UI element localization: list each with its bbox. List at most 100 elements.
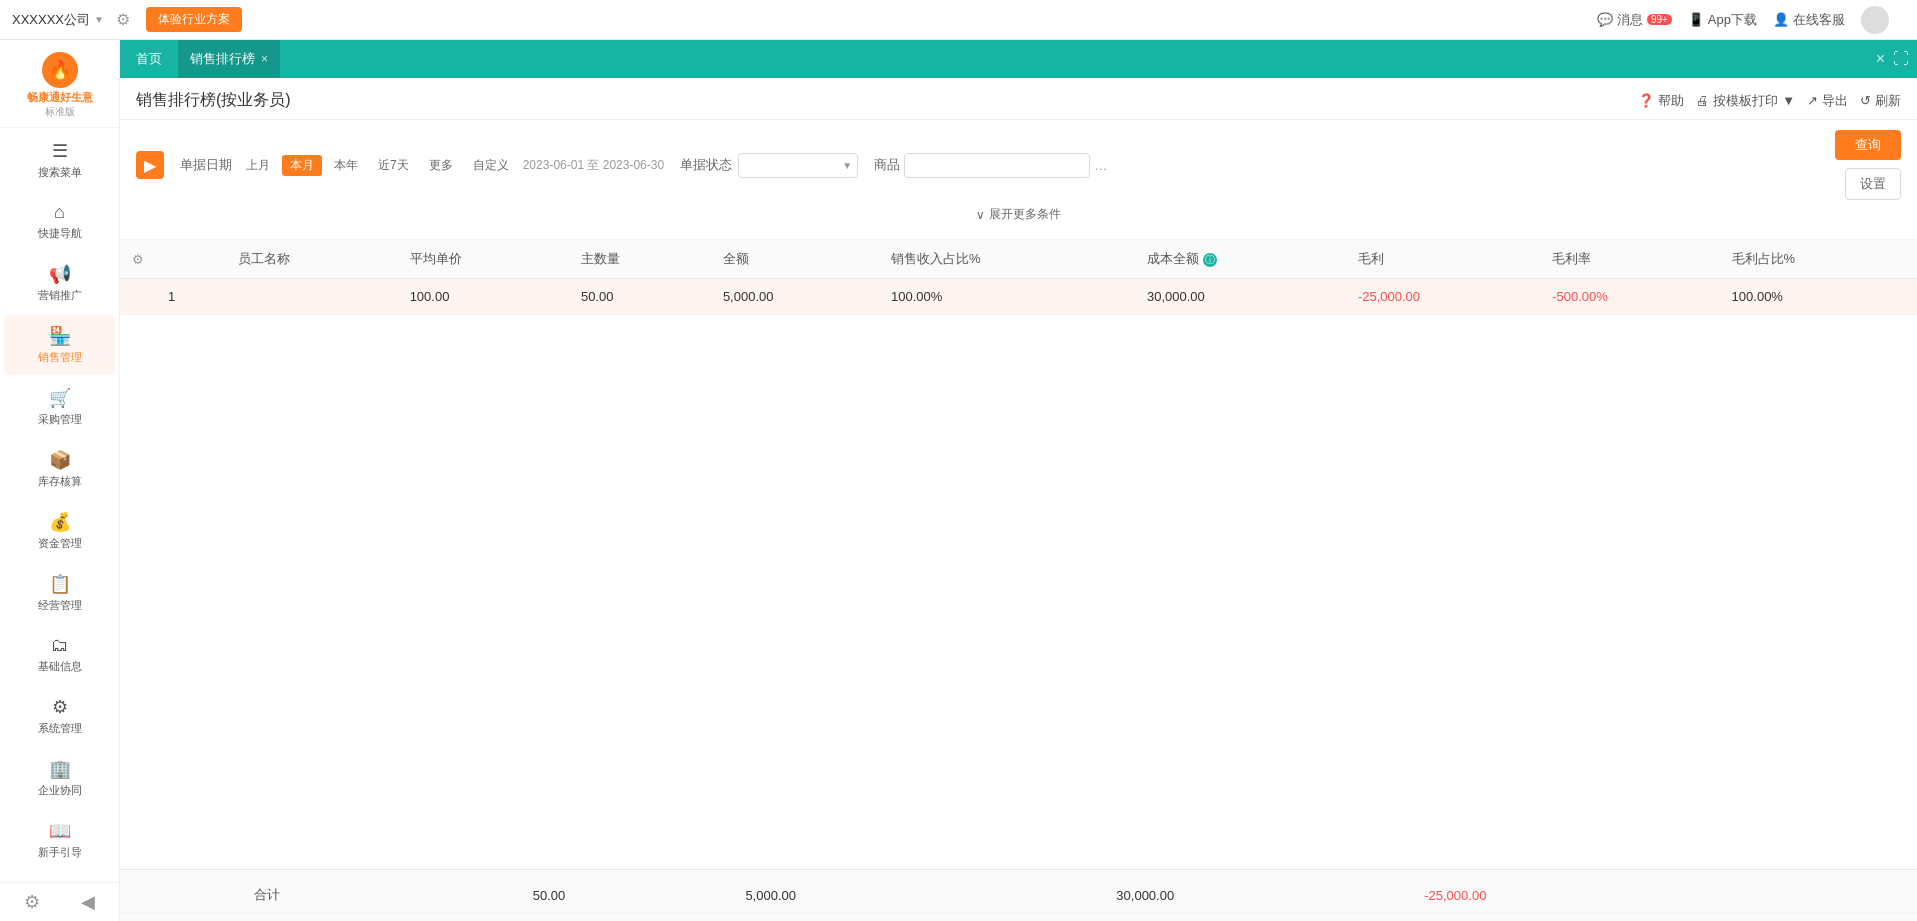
footer-profit-cell: -25,000.00: [1412, 878, 1736, 913]
sidebar-label-sales: 销售管理: [38, 350, 82, 365]
sidebar-item-system[interactable]: ⚙ 系统管理: [4, 686, 115, 746]
table-avg-price-header: 平均单价: [398, 240, 569, 279]
content-area: 首页 销售排行榜 × × ⛶ 销售排行榜(按业务员) ❓ 帮助: [120, 40, 1917, 921]
footer-cost-cell: 30,000.00: [1104, 878, 1412, 913]
company-selector[interactable]: XXXXXX公司 ▼: [12, 11, 104, 29]
date-filter-group: 单据日期 上月 本月 本年 近7天 更多 自定义 2023-06-01 至 20…: [180, 155, 664, 176]
finance-icon: 💰: [49, 511, 71, 533]
date-tabs: 上月 本月 本年 近7天 更多 自定义: [238, 155, 517, 176]
footer-row: 合计 50.00 5,000.00 30,000.00 -25,000.00: [120, 878, 1917, 913]
sidebar-label-purchase: 采购管理: [38, 412, 82, 427]
message-badge: 99+: [1647, 14, 1672, 25]
tab-close-window-icon[interactable]: ×: [1876, 50, 1885, 68]
help-label: 帮助: [1658, 92, 1684, 110]
sidebar-item-app-center[interactable]: 📱 应用中心: [4, 872, 115, 882]
sidebar-label-search-order: 搜索菜单: [38, 165, 82, 180]
refresh-button[interactable]: ↺ 刷新: [1860, 92, 1901, 110]
sidebar-item-finance[interactable]: 💰 资金管理: [4, 501, 115, 561]
date-tab-this-year[interactable]: 本年: [326, 155, 366, 176]
sidebar-item-marketing[interactable]: 📢 营销推广: [4, 253, 115, 313]
sales-icon: 🏪: [49, 325, 71, 347]
table-name-header: 员工名称: [226, 240, 397, 279]
sidebar-item-sales[interactable]: 🏪 销售管理: [4, 315, 115, 375]
footer-table: 合计 50.00 5,000.00 30,000.00 -25,000.00: [120, 878, 1917, 913]
filter-row: ▶ 单据日期 上月 本月 本年 近7天 更多 自定义 2023-: [136, 130, 1901, 200]
system-icon: ⚙: [52, 696, 68, 718]
query-button[interactable]: 查询: [1835, 130, 1901, 160]
app-download-button[interactable]: 📱 App下载: [1688, 11, 1757, 29]
table-footer: 合计 50.00 5,000.00 30,000.00 -25,000.00: [120, 869, 1917, 921]
set-button[interactable]: 设置: [1845, 168, 1901, 200]
date-tab-custom[interactable]: 自定义: [465, 155, 517, 176]
sidebar-item-base-info[interactable]: 🗂 基础信息: [4, 625, 115, 684]
goods-filter-label: 商品: [874, 156, 900, 174]
inventory-icon: 📦: [49, 449, 71, 471]
sidebar-collapse-btn[interactable]: ◀: [81, 891, 95, 913]
footer-settings-cell: [120, 878, 152, 913]
sidebar-item-guide[interactable]: 📖 新手引导: [4, 810, 115, 870]
tab-sales-ranking[interactable]: 销售排行榜 ×: [178, 40, 280, 78]
sidebar-item-search-order[interactable]: ☰ 搜索菜单: [4, 130, 115, 190]
print-button[interactable]: 🖨 按模板打印 ▼: [1696, 92, 1795, 110]
goods-more-icon[interactable]: …: [1094, 158, 1107, 173]
settings-icon[interactable]: ⚙: [116, 10, 130, 29]
table-row: 1 100.00 50.00 5,000.00 100.00% 30,000.0…: [120, 279, 1917, 315]
avatar[interactable]: [1861, 6, 1889, 34]
trial-button[interactable]: 体验行业方案: [146, 7, 242, 32]
status-filter-label: 单据状态: [680, 156, 732, 174]
page-content: 销售排行榜(按业务员) ❓ 帮助 🖨 按模板打印 ▼ ↗ 导出: [120, 78, 1917, 921]
export-button[interactable]: ↗ 导出: [1807, 92, 1848, 110]
quick-nav-icon: ⌂: [54, 202, 65, 223]
sidebar-item-purchase[interactable]: 🛒 采购管理: [4, 377, 115, 437]
sidebar-item-enterprise[interactable]: 🏢 企业协同: [4, 748, 115, 808]
tab-bar: 首页 销售排行榜 × × ⛶: [120, 40, 1917, 78]
tab-maximize-icon[interactable]: ⛶: [1893, 50, 1909, 68]
table-settings-header[interactable]: ⚙: [120, 240, 156, 279]
guide-icon: 📖: [49, 820, 71, 842]
footer-label-cell: 合计: [242, 878, 430, 913]
goods-input[interactable]: [904, 153, 1090, 178]
help-button[interactable]: ❓ 帮助: [1638, 92, 1684, 110]
expand-label: 展开更多条件: [989, 206, 1061, 223]
table-cell-name: [226, 279, 397, 315]
sidebar-label-guide: 新手引导: [38, 845, 82, 860]
table-cell-sales-pct: 100.00%: [879, 279, 1135, 315]
message-button[interactable]: 💬 消息 99+: [1597, 11, 1672, 29]
table-profit-header: 毛利: [1346, 240, 1540, 279]
sidebar-item-quick-nav[interactable]: ⌂ 快捷导航: [4, 192, 115, 251]
status-select[interactable]: [738, 153, 858, 178]
tab-home[interactable]: 首页: [120, 40, 178, 78]
sidebar-bottom: ⚙ ◀: [0, 882, 119, 921]
sidebar-settings-btn[interactable]: ⚙: [24, 891, 40, 913]
message-label: 消息: [1617, 11, 1643, 29]
expand-conditions-button[interactable]: ∨ 展开更多条件: [976, 206, 1061, 223]
page-title: 销售排行榜(按业务员): [136, 90, 291, 111]
export-label: 导出: [1822, 92, 1848, 110]
table-cell-rank: 1: [156, 279, 226, 315]
company-chevron-icon: ▼: [94, 14, 104, 25]
status-filter-group: 单据状态: [680, 153, 858, 178]
online-service-button[interactable]: 👤 在线客服: [1773, 11, 1845, 29]
filter-toggle-btn[interactable]: ▶: [136, 151, 164, 179]
sidebar-item-operations[interactable]: 📋 经营管理: [4, 563, 115, 623]
app-download-label: App下载: [1708, 11, 1757, 29]
sidebar-item-inventory[interactable]: 📦 库存核算: [4, 439, 115, 499]
date-range-label: 2023-06-01 至 2023-06-30: [523, 157, 664, 174]
date-filter-label: 单据日期: [180, 156, 232, 174]
footer-sales-pct-cell: [1014, 878, 1104, 913]
table-profit-pct-header: 毛利占比%: [1720, 240, 1917, 279]
table-header-row: ⚙ 员工名称 平均单价 主数量 全额 销售收入占比% 成本全额 ⓘ 毛利 毛利率…: [120, 240, 1917, 279]
base-info-icon: 🗂: [51, 635, 69, 656]
table-cell-qty: 50.00: [569, 279, 711, 315]
date-tab-last-month[interactable]: 上月: [238, 155, 278, 176]
refresh-label: 刷新: [1875, 92, 1901, 110]
table-cell-avg-price: 100.00: [398, 279, 569, 315]
sidebar-label-quick-nav: 快捷导航: [38, 226, 82, 241]
table-cell-profit: -25,000.00: [1346, 279, 1540, 315]
date-tab-this-month[interactable]: 本月: [282, 155, 322, 176]
date-tab-more[interactable]: 更多: [421, 155, 461, 176]
tab-close-icon[interactable]: ×: [261, 52, 268, 66]
date-tab-7days[interactable]: 近7天: [370, 155, 417, 176]
sidebar-label-enterprise: 企业协同: [38, 783, 82, 798]
top-bar: XXXXXX公司 ▼ ⚙ 体验行业方案 💬 消息 99+ 📱 App下载 👤 在…: [0, 0, 1917, 40]
